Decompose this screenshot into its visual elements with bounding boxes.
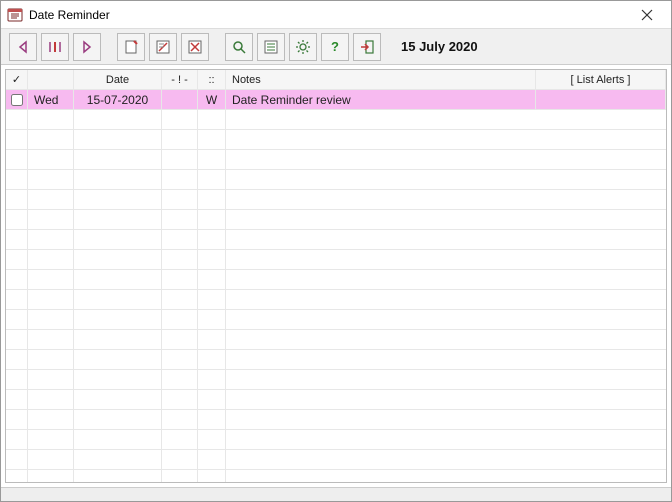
- content-area: ✓ Date - ! - :: Notes [ List Alerts ] We…: [1, 65, 671, 487]
- edit-button[interactable]: [149, 33, 177, 61]
- column-header-day[interactable]: [28, 70, 74, 89]
- row-alerts: [536, 90, 666, 109]
- status-bar: [1, 487, 671, 501]
- current-date-label: 15 July 2020: [401, 39, 478, 54]
- help-button[interactable]: ?: [321, 33, 349, 61]
- row-checkbox-cell[interactable]: [6, 90, 28, 109]
- new-button[interactable]: [117, 33, 145, 61]
- delete-icon: [187, 39, 203, 55]
- title-bar: Date Reminder: [1, 1, 671, 29]
- column-header-date[interactable]: Date: [74, 70, 162, 89]
- row-repeat: W: [198, 90, 226, 109]
- column-header-priority[interactable]: - ! -: [162, 70, 198, 89]
- edit-icon: [155, 39, 171, 55]
- new-note-icon: [123, 39, 139, 55]
- row-priority: [162, 90, 198, 109]
- window-title: Date Reminder: [29, 8, 110, 22]
- chevron-left-icon: [16, 40, 30, 54]
- column-header-notes[interactable]: Notes: [226, 70, 536, 89]
- row-day: Wed: [28, 90, 74, 109]
- search-icon: [231, 39, 247, 55]
- settings-button[interactable]: [289, 33, 317, 61]
- today-button[interactable]: [41, 33, 69, 61]
- exit-button[interactable]: [353, 33, 381, 61]
- app-icon: [7, 7, 23, 23]
- gear-icon: [295, 39, 311, 55]
- search-button[interactable]: [225, 33, 253, 61]
- delete-button[interactable]: [181, 33, 209, 61]
- list-button[interactable]: [257, 33, 285, 61]
- column-header-check[interactable]: ✓: [6, 70, 28, 89]
- reminder-grid: ✓ Date - ! - :: Notes [ List Alerts ] We…: [5, 69, 667, 483]
- close-icon: [641, 9, 653, 21]
- column-header-alerts[interactable]: [ List Alerts ]: [536, 70, 666, 89]
- row-date: 15-07-2020: [74, 90, 162, 109]
- prev-button[interactable]: [9, 33, 37, 61]
- row-notes: Date Reminder review: [226, 90, 536, 109]
- toolbar: ? 15 July 2020: [1, 29, 671, 65]
- list-icon: [263, 39, 279, 55]
- grid-row[interactable]: Wed 15-07-2020 W Date Reminder review: [6, 90, 666, 110]
- today-icon: [47, 40, 63, 54]
- help-icon: ?: [327, 39, 343, 55]
- grid-header: ✓ Date - ! - :: Notes [ List Alerts ]: [6, 70, 666, 90]
- column-header-repeat[interactable]: ::: [198, 70, 226, 89]
- exit-icon: [359, 39, 375, 55]
- row-checkbox[interactable]: [11, 94, 23, 106]
- grid-empty-area: [6, 110, 666, 482]
- svg-text:?: ?: [331, 39, 339, 54]
- chevron-right-icon: [80, 40, 94, 54]
- next-button[interactable]: [73, 33, 101, 61]
- close-button[interactable]: [629, 3, 665, 27]
